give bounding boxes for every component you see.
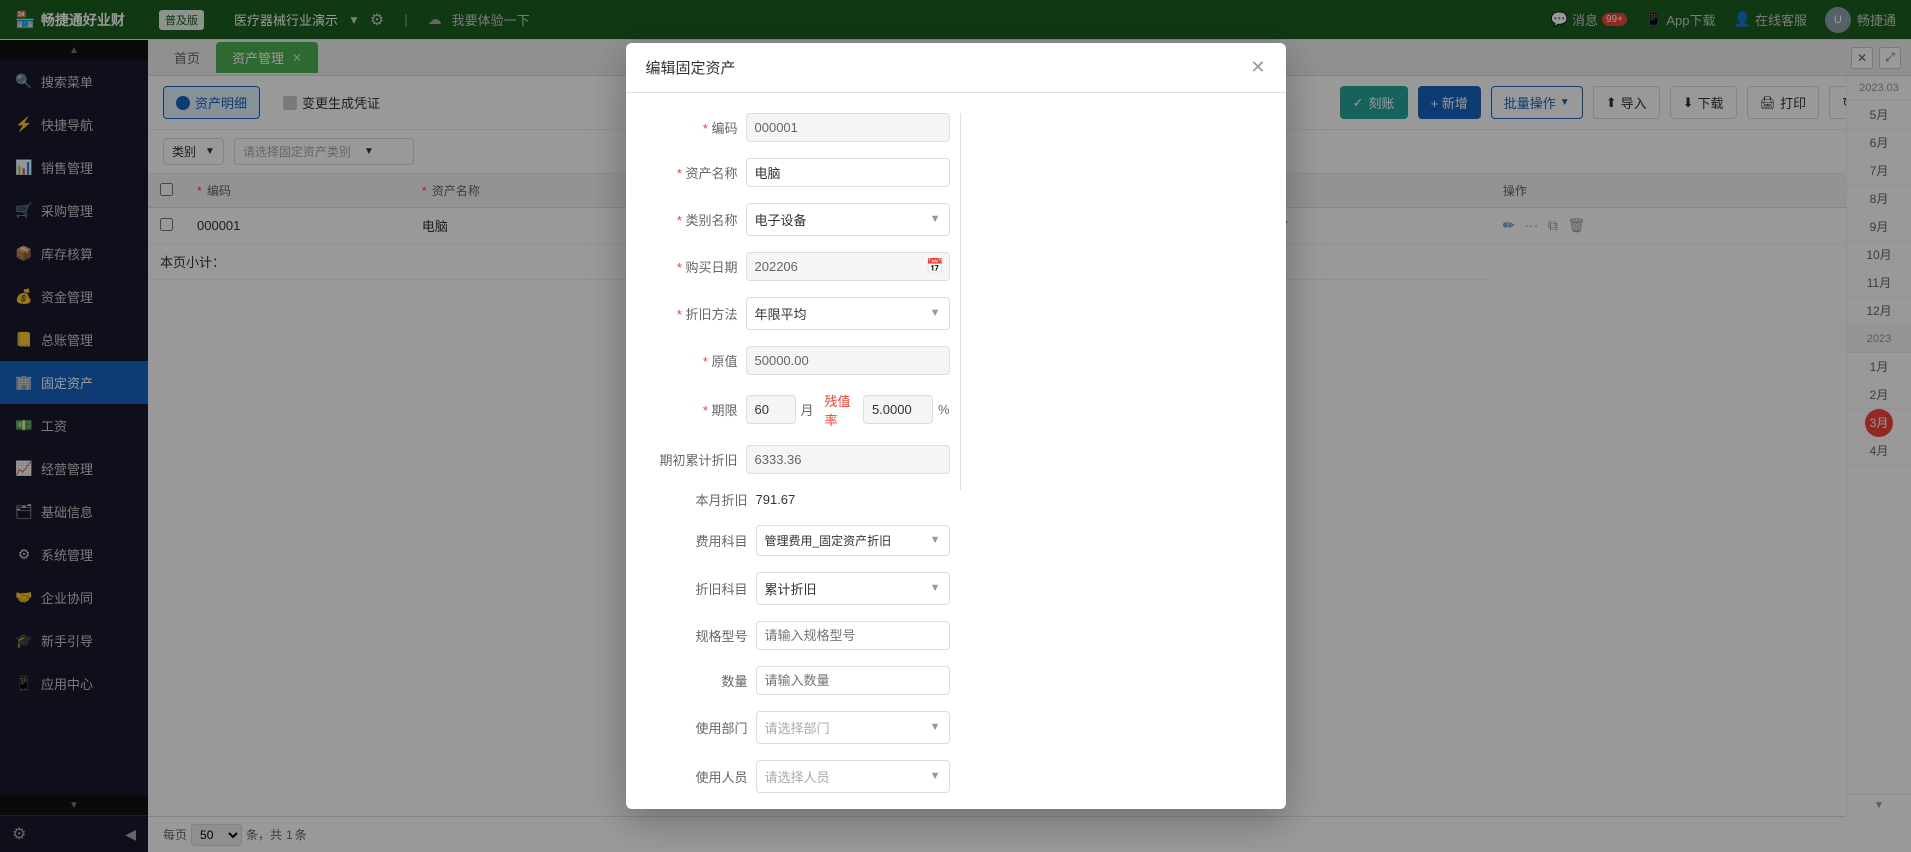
department-label: 使用部门 (666, 718, 756, 737)
personnel-label: 使用人员 (666, 767, 756, 786)
period-unit: 月 (801, 400, 814, 419)
quantity-label: 数量 (666, 671, 756, 690)
period-label: * 期限 (656, 400, 746, 419)
dep-account-select[interactable]: 累计折旧 ▼ (756, 572, 950, 605)
name-label: * 资产名称 (656, 163, 746, 182)
modal-close-icon[interactable]: ✕ (1250, 57, 1265, 78)
department-select[interactable]: 请选择部门 ▼ (756, 711, 950, 744)
spec-input[interactable] (756, 621, 950, 650)
quantity-input[interactable] (756, 666, 950, 695)
form-row-monthly-dep: 本月折旧 (666, 490, 950, 509)
name-input[interactable] (746, 158, 950, 187)
form-right-col: 本月折旧 费用科目 管理费用_固定资产折旧 ▼ (646, 490, 960, 810)
period-field: 月 残值率 % (746, 391, 950, 429)
modal-header: 编辑固定资产 ✕ (626, 43, 1286, 93)
form-row-purchase-date: * 购买日期 📅 (656, 252, 950, 281)
dep-method-value: 年限平均 (755, 304, 807, 323)
code-label: * 编码 (656, 118, 746, 137)
form-row-code: * 编码 (656, 113, 950, 142)
personnel-select[interactable]: 请选择人员 ▼ (756, 760, 950, 793)
form-row-department: 使用部门 请选择部门 ▼ (666, 711, 950, 744)
category-value: 电子设备 (755, 210, 807, 229)
form-grid: * 编码 * 资产名称 (646, 113, 1266, 810)
category-form-label: * 类别名称 (656, 210, 746, 229)
form-row-expense-account: 费用科目 管理费用_固定资产折旧 ▼ (666, 525, 950, 556)
dep-account-arrow-icon: ▼ (930, 582, 941, 594)
modal-body: * 编码 * 资产名称 (626, 93, 1286, 810)
purchase-date-label: * 购买日期 (656, 257, 746, 276)
department-arrow-icon: ▼ (930, 721, 941, 733)
expense-account-label: 费用科目 (666, 531, 756, 550)
form-divider (960, 113, 961, 490)
dep-method-select[interactable]: 年限平均 ▼ (746, 297, 950, 330)
form-row-original-value: * 原值 (656, 346, 950, 375)
category-arrow-icon: ▼ (930, 213, 941, 225)
residual-rate-label: 残值率 (825, 391, 858, 429)
period-input[interactable] (746, 395, 796, 424)
expense-account-value: 管理费用_固定资产折旧 (765, 532, 892, 549)
modal-title: 编辑固定资产 (646, 57, 736, 78)
form-row-spec: 规格型号 (666, 621, 950, 650)
original-value-label: * 原值 (656, 351, 746, 370)
form-row-personnel: 使用人员 请选择人员 ▼ (666, 760, 950, 793)
modal-overlay: 编辑固定资产 ✕ * 编码 (0, 0, 1911, 852)
dep-method-label: * 折旧方法 (656, 304, 746, 323)
form-row-dep-method: * 折旧方法 年限平均 ▼ (656, 297, 950, 330)
residual-rate-unit: % (938, 402, 950, 417)
period-dep-input[interactable] (746, 445, 950, 474)
edit-asset-modal: 编辑固定资产 ✕ * 编码 (626, 43, 1286, 810)
dep-account-value: 累计折旧 (765, 579, 817, 598)
form-row-category: * 类别名称 电子设备 ▼ (656, 203, 950, 236)
monthly-dep-input (756, 492, 950, 507)
code-input[interactable] (746, 113, 950, 142)
form-row-name: * 资产名称 (656, 158, 950, 187)
expense-account-select[interactable]: 管理费用_固定资产折旧 ▼ (756, 525, 950, 556)
storage-input[interactable] (756, 809, 950, 810)
dep-method-arrow-icon: ▼ (930, 307, 941, 319)
form-row-period: * 期限 月 残值率 % (656, 391, 950, 429)
purchase-date-input[interactable] (746, 252, 950, 281)
department-placeholder: 请选择部门 (765, 718, 830, 737)
personnel-arrow-icon: ▼ (930, 770, 941, 782)
monthly-dep-label: 本月折旧 (666, 490, 756, 509)
calendar-icon[interactable]: 📅 (926, 258, 943, 275)
original-value-input[interactable] (746, 346, 950, 375)
dep-account-label: 折旧科目 (666, 579, 756, 598)
expense-account-arrow-icon: ▼ (930, 534, 941, 546)
form-left-col: * 编码 * 资产名称 (646, 113, 960, 490)
period-dep-label: 期初累计折旧 (656, 450, 746, 469)
category-select[interactable]: 电子设备 ▼ (746, 203, 950, 236)
residual-rate-input[interactable] (863, 395, 933, 424)
purchase-date-field: 📅 (746, 252, 950, 281)
form-row-quantity: 数量 (666, 666, 950, 695)
form-row-dep-account: 折旧科目 累计折旧 ▼ (666, 572, 950, 605)
spec-label: 规格型号 (666, 626, 756, 645)
form-row-storage: 存放地点 (666, 809, 950, 810)
personnel-placeholder: 请选择人员 (765, 767, 830, 786)
form-row-period-dep: 期初累计折旧 (656, 445, 950, 474)
